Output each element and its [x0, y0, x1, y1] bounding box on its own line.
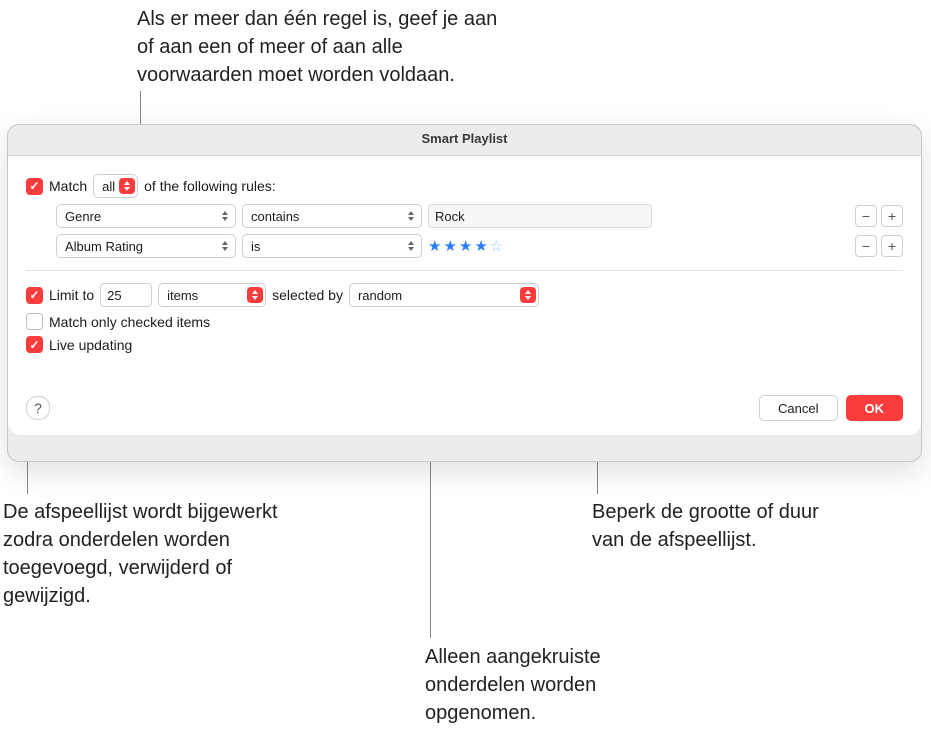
updown-icon: [520, 287, 536, 303]
help-button[interactable]: ?: [26, 396, 50, 420]
rule-text-value[interactable]: Rock: [428, 204, 652, 228]
smart-playlist-dialog: Smart Playlist Match all of the followin…: [7, 124, 922, 462]
match-mode-value: all: [102, 179, 119, 194]
selected-by-popup[interactable]: random: [349, 283, 539, 307]
rule-operator-value: is: [251, 239, 264, 254]
updown-icon: [119, 178, 135, 194]
match-mode-popup[interactable]: all: [93, 174, 138, 198]
rule-operator-popup[interactable]: is: [242, 234, 422, 258]
checked-items-row: Match only checked items: [26, 313, 903, 330]
updown-icon: [403, 237, 421, 255]
rule-row: Genre contains Rock − +: [56, 204, 903, 228]
match-checkbox[interactable]: [26, 178, 43, 195]
match-row: Match all of the following rules:: [26, 174, 903, 198]
rule-operator-popup[interactable]: contains: [242, 204, 422, 228]
remove-rule-button[interactable]: −: [855, 205, 877, 227]
rule-row: Album Rating is ★★★★☆ − +: [56, 234, 903, 258]
add-rule-button[interactable]: +: [881, 205, 903, 227]
limit-label: Limit to: [49, 287, 94, 303]
selected-by-value: random: [358, 288, 406, 303]
dialog-content: Match all of the following rules: Genre …: [8, 155, 921, 435]
checked-items-label: Match only checked items: [49, 314, 210, 330]
remove-rule-button[interactable]: −: [855, 235, 877, 257]
rule-star-rating[interactable]: ★★★★☆: [428, 237, 505, 255]
rule-operator-value: contains: [251, 209, 303, 224]
rule-field-popup[interactable]: Genre: [56, 204, 236, 228]
match-prefix: Match: [49, 178, 87, 194]
add-rule-button[interactable]: +: [881, 235, 903, 257]
rule-field-popup[interactable]: Album Rating: [56, 234, 236, 258]
callout-match-mode: Als er meer dan één regel is, geef je aa…: [137, 5, 517, 89]
match-suffix: of the following rules:: [144, 178, 276, 194]
selected-by-label: selected by: [272, 287, 343, 303]
cancel-button[interactable]: Cancel: [759, 395, 837, 421]
rule-field-value: Album Rating: [65, 239, 147, 254]
updown-icon: [217, 207, 235, 225]
ok-button[interactable]: OK: [846, 395, 904, 421]
rules-block: Genre contains Rock − + Album Rating: [26, 204, 903, 271]
checked-items-checkbox[interactable]: [26, 313, 43, 330]
limit-checkbox[interactable]: [26, 287, 43, 304]
updown-icon: [217, 237, 235, 255]
dialog-title: Smart Playlist: [8, 125, 921, 155]
live-updating-checkbox[interactable]: [26, 336, 43, 353]
live-updating-row: Live updating: [26, 336, 903, 353]
dialog-footer: ? Cancel OK: [26, 395, 903, 421]
callout-limit: Beperk de grootte of duur van de afspeel…: [592, 498, 842, 554]
limit-count-field[interactable]: 25: [100, 283, 152, 307]
limit-unit-value: items: [167, 288, 202, 303]
updown-icon: [403, 207, 421, 225]
updown-icon: [247, 287, 263, 303]
live-updating-label: Live updating: [49, 337, 132, 353]
callout-checked-items: Alleen aangekruiste onderdelen worden op…: [425, 643, 685, 727]
limit-row: Limit to 25 items selected by random: [26, 283, 903, 307]
rule-field-value: Genre: [65, 209, 105, 224]
callout-live-updating: De afspeellijst wordt bijgewerkt zodra o…: [3, 498, 323, 610]
limit-unit-popup[interactable]: items: [158, 283, 266, 307]
